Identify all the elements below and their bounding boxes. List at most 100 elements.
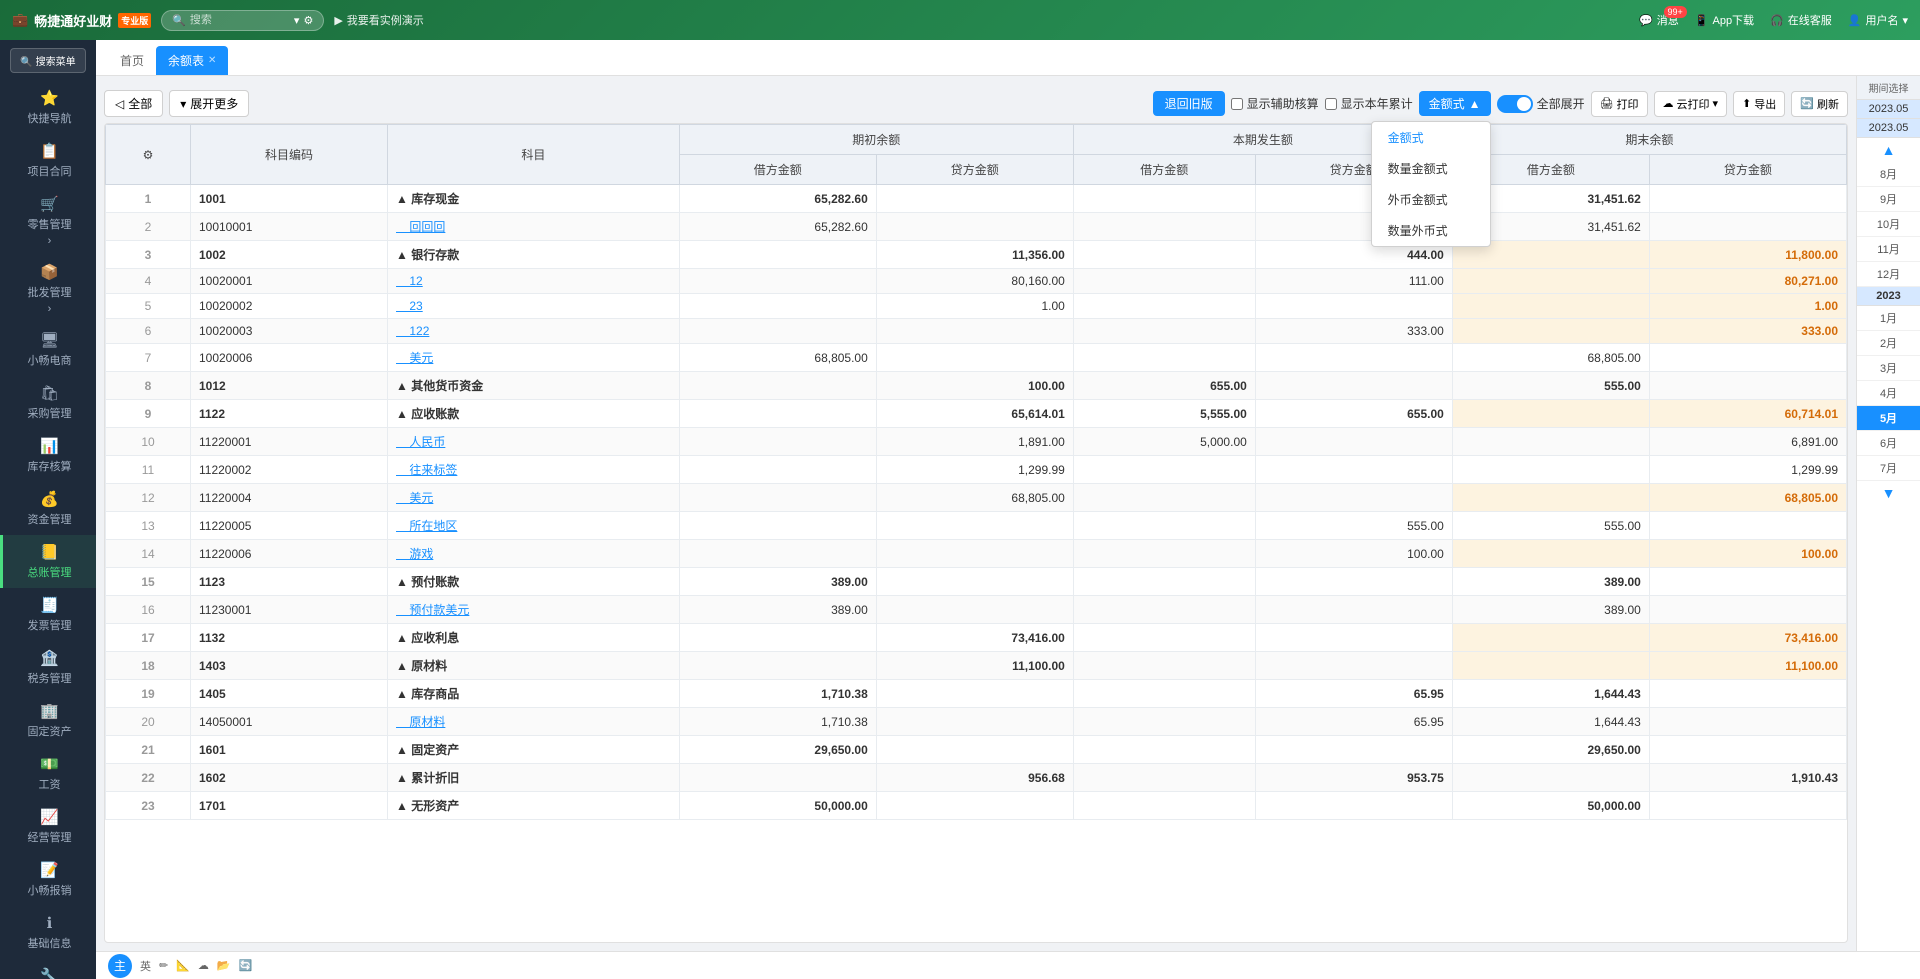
period-month-4[interactable]: 4月 (1857, 381, 1920, 406)
period-month-5[interactable]: 5月 (1857, 406, 1920, 431)
edit-icon[interactable]: ✏ (159, 959, 168, 972)
table-cell[interactable]: 122 (388, 319, 680, 344)
settings-icon[interactable]: ⚙ (303, 14, 313, 27)
period-month-8[interactable]: 8月 (1857, 162, 1920, 187)
mode-option-qty-amount[interactable]: 数量金额式 (1372, 153, 1490, 184)
sidebar-item-purchase[interactable]: 🛍 采购管理 (0, 376, 96, 429)
period-month-2[interactable]: 2月 (1857, 331, 1920, 356)
message-action[interactable]: 💬 消息 99+ (1639, 12, 1679, 28)
mode-option-qty-foreign[interactable]: 数量外币式 (1372, 215, 1490, 246)
show-ytd-checkbox[interactable]: 显示本年累计 (1325, 95, 1413, 112)
sidebar-item-inventory[interactable]: 📊 库存核算 (0, 429, 96, 482)
sidebar-item-project[interactable]: 📋 项目合同 (0, 134, 96, 187)
main-button[interactable]: 主 (108, 954, 132, 978)
sidebar-item-invoice[interactable]: 🧾 发票管理 (0, 588, 96, 641)
period-month-7[interactable]: 7月 (1857, 456, 1920, 481)
sidebar-item-tax[interactable]: 🏦 税务管理 (0, 641, 96, 694)
mode-dropdown-wrapper: 金额式 ▲ 金额式 数量金额式 外币金额式 数量外币式 (1419, 91, 1491, 116)
table-cell: 3 (106, 241, 191, 269)
sidebar-item-wholesale[interactable]: 📦 批发管理 › (0, 255, 96, 323)
table-cell[interactable]: 所在地区 (388, 512, 680, 540)
mode-button[interactable]: 金额式 ▲ (1419, 91, 1491, 116)
all-button[interactable]: ◁ 全部 (104, 90, 163, 117)
sidebar-item-ecommerce[interactable]: 🖥 小畅电商 (0, 323, 96, 376)
table-cell[interactable]: 预付款美元 (388, 596, 680, 624)
folder-icon[interactable]: 📂 (217, 959, 231, 972)
period-month-1[interactable]: 1月 (1857, 306, 1920, 331)
table-cell: 100.00 (1255, 540, 1452, 568)
sidebar-item-fixed-assets[interactable]: 🏢 固定资产 (0, 694, 96, 747)
table-cell: 17 (106, 624, 191, 652)
table-cell[interactable]: 原材料 (388, 708, 680, 736)
show-auxiliary-checkbox[interactable]: 显示辅助核算 (1231, 95, 1319, 112)
sync-icon[interactable]: 🔄 (239, 959, 253, 972)
sidebar-item-base[interactable]: ℹ 基础信息 (0, 906, 96, 959)
table-cell[interactable]: 游戏 (388, 540, 680, 568)
period-month-3[interactable]: 3月 (1857, 356, 1920, 381)
period-month-6[interactable]: 6月 (1857, 431, 1920, 456)
toggle-control[interactable] (1497, 95, 1533, 113)
table-cell (876, 680, 1073, 708)
table-cell[interactable]: 美元 (388, 484, 680, 512)
table-cell[interactable]: 23 (388, 294, 680, 319)
cloud-sync-icon[interactable]: ☁ (198, 959, 209, 972)
sidebar-item-salary[interactable]: 💵 工资 (0, 747, 96, 800)
table-cell: ▲ 预付账款 (388, 568, 680, 596)
ruler-icon[interactable]: 📐 (176, 959, 190, 972)
table-cell: ▲ 固定资产 (388, 736, 680, 764)
sidebar-item-system[interactable]: 🔧 系统管理 (0, 959, 96, 979)
period-month-9[interactable]: 9月 (1857, 187, 1920, 212)
period-month-10[interactable]: 10月 (1857, 212, 1920, 237)
ytd-checkbox-input[interactable] (1325, 98, 1337, 110)
tab-close-icon[interactable]: ✕ (208, 55, 216, 66)
sidebar-item-report[interactable]: 📝 小畅报销 (0, 853, 96, 906)
message-badge: 99+ (1664, 6, 1687, 18)
return-old-button[interactable]: 退回旧版 (1153, 91, 1225, 116)
period-down-button[interactable]: ▼ (1857, 481, 1920, 505)
refresh-button[interactable]: 🔄 刷新 (1791, 91, 1848, 117)
service-action[interactable]: 🎧 在线客服 (1770, 12, 1832, 28)
user-avatar: 👤 (1848, 14, 1862, 27)
table-cell[interactable]: 12 (388, 269, 680, 294)
expand-more-button[interactable]: ▾ 展开更多 (169, 90, 249, 117)
export-button[interactable]: ⬆ 导出 (1733, 91, 1785, 117)
sidebar-item-retail[interactable]: 🛒 零售管理 › (0, 187, 96, 255)
table-cell[interactable]: 往来标签 (388, 456, 680, 484)
auxiliary-checkbox-input[interactable] (1231, 98, 1243, 110)
sidebar-item-ledger[interactable]: 📒 总账管理 (0, 535, 96, 588)
table-cell: ▲ 银行存款 (388, 241, 680, 269)
cloud-print-button[interactable]: ☁ 云打印 ▾ (1654, 91, 1728, 117)
table-cell (1073, 652, 1255, 680)
period-up-button[interactable]: ▲ (1857, 138, 1920, 162)
period-month-12[interactable]: 12月 (1857, 262, 1920, 287)
table-cell: 18 (106, 652, 191, 680)
mode-option-amount[interactable]: 金额式 (1372, 122, 1490, 153)
app-download-action[interactable]: 📱 App下载 (1695, 12, 1754, 28)
table-cell: 68,805.00 (1452, 344, 1649, 372)
table-cell[interactable]: 美元 (388, 344, 680, 372)
table-cell: 73,416.00 (1649, 624, 1846, 652)
sidebar-item-ops[interactable]: 📈 经营管理 (0, 800, 96, 853)
sidebar-search[interactable]: 🔍 搜索菜单 (10, 48, 87, 73)
building-icon: 🏢 (40, 702, 59, 720)
table-cell (1649, 792, 1846, 820)
expand-all-toggle[interactable]: 全部展开 (1497, 95, 1585, 113)
tab-home[interactable]: 首页 (108, 46, 156, 75)
mode-option-foreign-amount[interactable]: 外币金额式 (1372, 184, 1490, 215)
tab-balance[interactable]: 余额表 ✕ (156, 46, 228, 75)
th-settings[interactable]: ⚙ (106, 125, 191, 185)
top-search-bar[interactable]: 🔍 ▾ ⚙ (161, 10, 324, 31)
sidebar-item-quick-nav[interactable]: ⭐ 快捷导航 (0, 81, 96, 134)
user-action[interactable]: 👤 用户名 ▾ (1848, 12, 1908, 28)
lang-label[interactable]: 英 (140, 958, 151, 974)
table-cell (876, 319, 1073, 344)
table-cell[interactable]: 人民币 (388, 428, 680, 456)
period-month-11[interactable]: 11月 (1857, 237, 1920, 262)
demo-link[interactable]: ▶ 我要看实例演示 (334, 12, 423, 28)
th-code: 科目编码 (190, 125, 387, 185)
print-button[interactable]: 🖨 打印 (1591, 91, 1648, 117)
sidebar-item-capital[interactable]: 💰 资金管理 (0, 482, 96, 535)
sidebar-base-label: 基础信息 (28, 935, 72, 951)
top-search-input[interactable] (190, 14, 290, 26)
table-cell[interactable]: 回回回 (388, 213, 680, 241)
